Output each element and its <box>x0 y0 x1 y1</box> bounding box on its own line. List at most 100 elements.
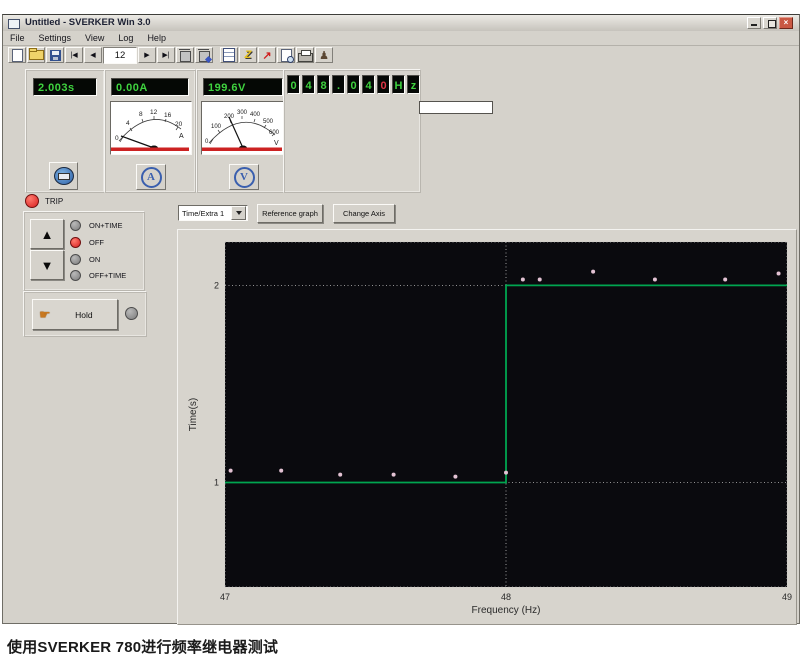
first-record-button[interactable]: |◀ <box>65 47 83 63</box>
svg-text:12: 12 <box>150 109 158 116</box>
stopwatch-icon <box>54 167 74 185</box>
graph-icon: Z <box>245 49 252 61</box>
person-icon: ♟ <box>319 49 329 62</box>
window-title: Untitled - SVERKER Win 3.0 <box>25 17 151 28</box>
current-display: 0.00A <box>111 78 189 96</box>
app-window: Untitled - SVERKER Win 3.0 × FileSetting… <box>2 14 800 624</box>
next-record-button[interactable]: ▶ <box>138 47 156 63</box>
frequency-digit: 0 <box>287 75 300 94</box>
svg-text:0: 0 <box>115 135 119 142</box>
menu-log[interactable]: Log <box>111 31 140 43</box>
svg-text:4: 4 <box>126 120 130 127</box>
relay-test-chart: 12474849Frequency (Hz)Time(s) <box>178 230 794 622</box>
menu-view[interactable]: View <box>78 31 111 43</box>
hold-indicator <box>125 307 138 320</box>
new-document-icon <box>12 49 23 62</box>
minimize-button[interactable] <box>747 17 761 29</box>
frequency-digit: 0 <box>377 75 390 94</box>
value-entry-field[interactable] <box>419 101 493 114</box>
print-preview-button[interactable] <box>277 47 295 63</box>
chevron-down-icon <box>236 211 242 218</box>
timer-button[interactable] <box>49 162 78 190</box>
mode-led <box>70 254 81 265</box>
trash-icon <box>180 51 191 62</box>
toolbar: |◀ ◀ 12 ▶ ▶| Z ↗ ♟ <box>5 45 801 65</box>
mode-led <box>70 220 81 231</box>
svg-text:0: 0 <box>205 139 209 145</box>
hold-panel: ☛ Hold <box>23 291 147 337</box>
chart-panel: 12474849Frequency (Hz)Time(s) <box>177 229 797 625</box>
mode-panel: ▲ ▼ ON+TIME OFF ON OFF+TIME <box>23 211 145 291</box>
report-icon <box>223 48 235 62</box>
previous-record-button[interactable]: ◀ <box>84 47 102 63</box>
menu-settings[interactable]: Settings <box>32 31 79 43</box>
phasor-icon: ↗ <box>262 49 271 62</box>
menu-file[interactable]: File <box>3 31 32 43</box>
frequency-digit: 0 <box>347 75 360 94</box>
test-point <box>279 469 283 473</box>
menu-help[interactable]: Help <box>140 31 173 43</box>
test-point <box>653 277 657 281</box>
report-view-button[interactable] <box>220 47 238 63</box>
svg-text:A: A <box>179 133 184 140</box>
dropdown-arrow-button[interactable] <box>231 206 246 220</box>
restore-icon <box>768 20 776 28</box>
hold-button[interactable]: ☛ Hold <box>32 299 118 330</box>
delete-record-button[interactable] <box>176 47 194 63</box>
last-record-button[interactable]: ▶| <box>157 47 175 63</box>
mode-up-button[interactable]: ▲ <box>30 219 64 249</box>
x-tick-label: 49 <box>782 592 792 602</box>
svg-text:600: 600 <box>269 130 280 136</box>
phasor-view-button[interactable]: ↗ <box>258 47 276 63</box>
restore-button[interactable] <box>763 17 777 29</box>
svg-text:8: 8 <box>139 111 143 118</box>
frequency-digit: 8 <box>317 75 330 94</box>
test-point <box>338 473 342 477</box>
ammeter-gauge: 0 4 8 12 16 20 A <box>110 101 192 155</box>
svg-text:100: 100 <box>211 124 222 130</box>
new-document-button[interactable] <box>8 47 26 63</box>
hold-label: Hold <box>51 310 117 320</box>
close-button[interactable]: × <box>779 17 793 29</box>
printer-icon <box>298 53 313 62</box>
time-panel: 2.003s <box>25 69 105 193</box>
open-folder-icon <box>29 50 44 60</box>
y-tick-label: 1 <box>214 478 219 488</box>
reference-graph-button[interactable]: Reference graph <box>257 204 323 223</box>
mode-row-on-time: ON+TIME <box>70 219 123 231</box>
mode-row-off: OFF <box>70 236 104 248</box>
caption: 使用SVERKER 780进行频率继电器测试 <box>7 636 278 657</box>
save-button[interactable] <box>46 47 64 63</box>
ampere-select-button[interactable]: A <box>136 164 166 190</box>
svg-text:V: V <box>274 140 279 147</box>
volt-icon: V <box>234 167 255 188</box>
x-tick-label: 48 <box>501 592 511 602</box>
change-axis-button[interactable]: Change Axis <box>333 204 395 223</box>
x-tick-label: 47 <box>220 592 230 602</box>
app-icon <box>8 19 20 29</box>
mode-led <box>70 270 81 281</box>
record-counter[interactable]: 12 <box>103 47 137 64</box>
titlebar[interactable]: Untitled - SVERKER Win 3.0 × <box>3 15 799 32</box>
graph-type-dropdown[interactable]: Time/Extra 1 <box>178 205 248 221</box>
about-button[interactable]: ♟ <box>315 47 333 63</box>
svg-text:16: 16 <box>164 112 172 119</box>
y-axis-title: Time(s) <box>188 398 199 432</box>
mode-down-button[interactable]: ▼ <box>30 250 64 280</box>
trash-all-icon <box>199 51 210 62</box>
svg-text:400: 400 <box>250 112 261 118</box>
frequency-digit: 4 <box>302 75 315 94</box>
delete-all-button[interactable] <box>195 47 213 63</box>
x-axis-title: Frequency (Hz) <box>472 605 541 616</box>
print-button[interactable] <box>296 47 314 63</box>
frequency-display: 048.040Hz <box>287 75 420 94</box>
current-panel: 0.00A 0 4 8 12 16 20 A A <box>104 69 196 193</box>
volt-select-button[interactable]: V <box>229 164 259 190</box>
frequency-digit: 4 <box>362 75 375 94</box>
test-point <box>392 473 396 477</box>
minimize-icon <box>751 24 757 26</box>
open-button[interactable] <box>27 47 45 63</box>
graph-view-button[interactable]: Z <box>239 47 257 63</box>
test-point <box>538 277 542 281</box>
test-point <box>591 270 595 274</box>
